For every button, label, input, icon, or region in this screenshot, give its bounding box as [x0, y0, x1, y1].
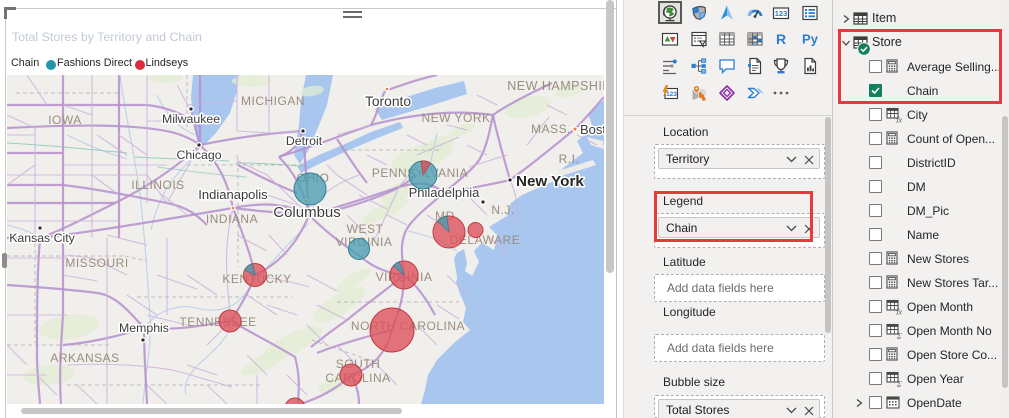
svg-text:Py: Py — [802, 31, 819, 46]
svg-text:R.I.: R.I. — [559, 152, 580, 166]
svg-text:NEW HAMPSHIRE: NEW HAMPSHIRE — [507, 79, 604, 93]
svg-text:R: R — [776, 31, 786, 47]
svg-text:Indianapolis: Indianapolis — [198, 187, 268, 202]
svg-text:INDIANA: INDIANA — [206, 212, 258, 226]
svg-text:Toronto: Toronto — [365, 94, 411, 109]
svg-text:Chicago: Chicago — [176, 148, 221, 162]
svg-text:Columbus: Columbus — [273, 204, 341, 221]
svg-text:MICHIGAN: MICHIGAN — [241, 94, 305, 108]
svg-text:123: 123 — [666, 91, 677, 98]
svg-text:Σ: Σ — [896, 379, 902, 387]
svg-text:Detroit: Detroit — [286, 134, 323, 148]
svg-text:Memphis: Memphis — [119, 321, 169, 335]
svg-text:MASS.: MASS. — [531, 122, 571, 136]
svg-text:Milwaukee: Milwaukee — [162, 112, 220, 126]
svg-text:MISSOURI: MISSOURI — [65, 256, 128, 270]
svg-text:New York: New York — [516, 173, 584, 190]
svg-text:Σ: Σ — [896, 331, 902, 339]
svg-text:fx: fx — [896, 307, 902, 315]
svg-text:N.J.: N.J. — [491, 203, 514, 217]
svg-text:NEW YORK: NEW YORK — [421, 111, 490, 125]
svg-text:123: 123 — [775, 9, 788, 18]
svg-text:ARKANSAS: ARKANSAS — [50, 351, 119, 365]
svg-text:IOWA: IOWA — [48, 113, 82, 127]
svg-text:Boston: Boston — [580, 122, 604, 137]
svg-text:WEST: WEST — [347, 222, 384, 236]
svg-text:ILLINOIS: ILLINOIS — [131, 178, 184, 192]
svg-text:TENNESSEE: TENNESSEE — [179, 315, 256, 329]
svg-text:Kansas City: Kansas City — [9, 231, 75, 245]
svg-text:fx: fx — [896, 115, 902, 123]
